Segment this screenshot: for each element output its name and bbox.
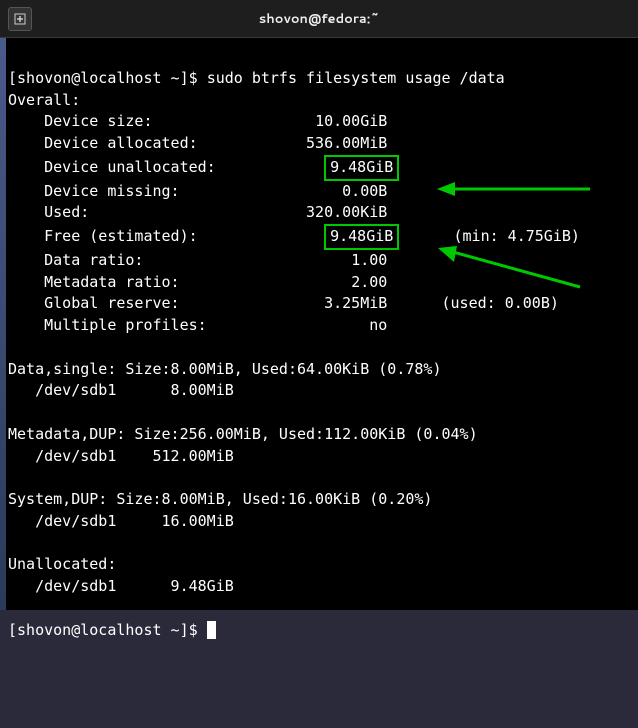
window-titlebar: shovon@fedora:~ <box>0 0 638 38</box>
stat-value: 536.00MiB <box>306 134 387 152</box>
stat-label: Multiple profiles: <box>8 316 207 334</box>
stat-label: Free (estimated): <box>8 227 198 245</box>
shell-prompt: [shovon@localhost ~]$ <box>8 621 207 639</box>
terminal-cursor <box>207 621 216 639</box>
stat-label: Device allocated: <box>8 134 198 152</box>
section-line: /dev/sdb1 8.00MiB <box>8 381 234 399</box>
command-text: sudo btrfs filesystem usage /data <box>207 69 505 87</box>
highlighted-value: 9.48GiB <box>324 224 399 250</box>
stat-extra: (min: 4.75GiB) <box>454 227 580 245</box>
stat-value: 320.00KiB <box>306 203 387 221</box>
section-header: Unallocated: <box>8 555 116 573</box>
terminal-output: [shovon@localhost ~]$ sudo btrfs filesys… <box>8 68 630 642</box>
new-tab-icon[interactable] <box>8 7 32 31</box>
section-header: System,DUP: Size:8.00MiB, Used:16.00KiB … <box>8 490 432 508</box>
stat-value: 2.00 <box>351 273 387 291</box>
stat-label: Device size: <box>8 112 153 130</box>
stat-value: 10.00GiB <box>315 112 387 130</box>
stat-value: no <box>369 316 387 334</box>
stat-value: 3.25MiB <box>324 294 387 312</box>
highlighted-value: 9.48GiB <box>324 155 399 181</box>
stat-label: Metadata ratio: <box>8 273 180 291</box>
stat-value: 1.00 <box>351 251 387 269</box>
section-line: /dev/sdb1 512.00MiB <box>8 447 234 465</box>
stat-value: 0.00B <box>342 182 387 200</box>
stat-label: Used: <box>8 203 89 221</box>
section-line: /dev/sdb1 9.48GiB <box>8 577 234 595</box>
stat-label: Global reserve: <box>8 294 180 312</box>
window-title: shovon@fedora:~ <box>32 10 606 28</box>
stat-label: Data ratio: <box>8 251 143 269</box>
stat-label: Device unallocated: <box>8 158 216 176</box>
stat-extra: (used: 0.00B) <box>442 294 559 312</box>
section-header: Data,single: Size:8.00MiB, Used:64.00KiB… <box>8 360 441 378</box>
stat-label: Device missing: <box>8 182 180 200</box>
section-line: /dev/sdb1 16.00MiB <box>8 512 234 530</box>
section-header: Metadata,DUP: Size:256.00MiB, Used:112.0… <box>8 425 478 443</box>
shell-prompt: [shovon@localhost ~]$ <box>8 69 207 87</box>
terminal-area[interactable]: [shovon@localhost ~]$ sudo btrfs filesys… <box>0 38 638 610</box>
overall-header: Overall: <box>8 91 80 109</box>
desktop-background-edge <box>0 38 6 610</box>
